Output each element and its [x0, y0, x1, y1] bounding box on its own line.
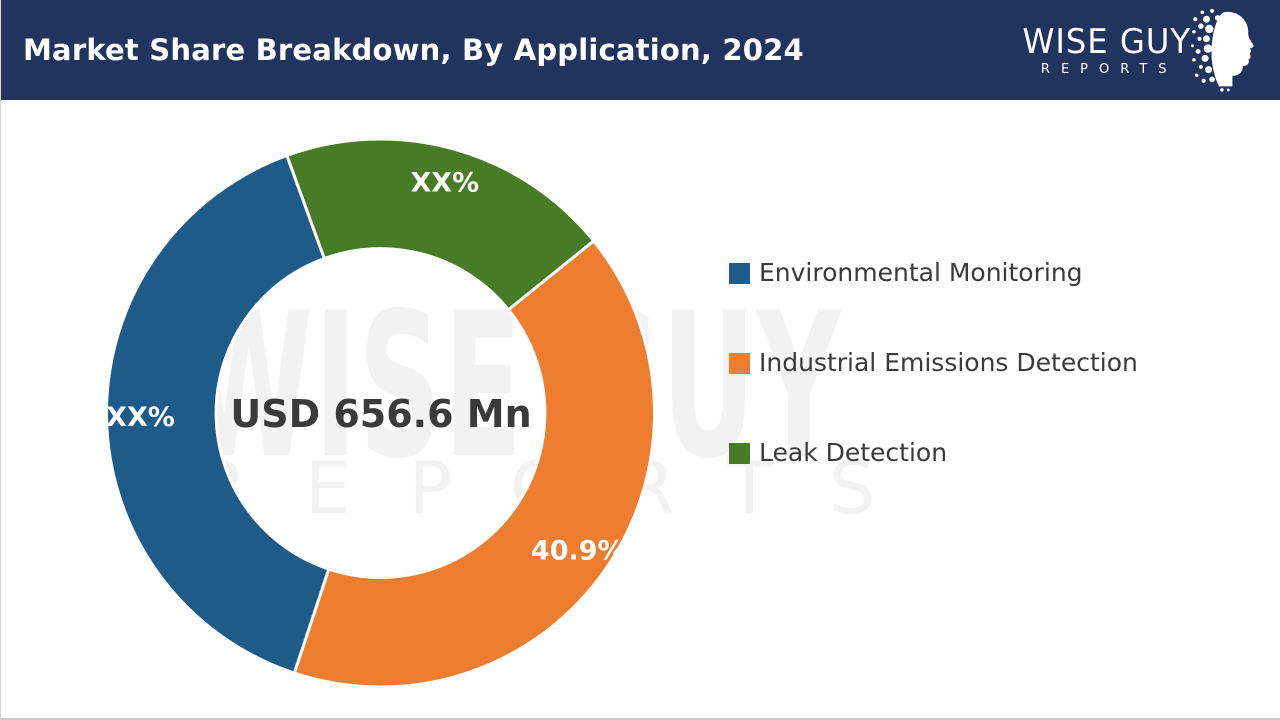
legend-swatch — [729, 442, 750, 464]
segment-value-label: XX% — [410, 168, 479, 199]
legend-swatch — [729, 262, 750, 284]
chart-center-value: USD 656.6 Mn — [230, 392, 532, 436]
header-bar: Market Share Breakdown, By Application, … — [1, 0, 1280, 100]
legend-label: Environmental Monitoring — [759, 258, 1083, 287]
legend-item: Industrial Emissions Detection — [729, 349, 1138, 377]
segment-value-label: XX% — [106, 402, 175, 433]
legend-label: Industrial Emissions Detection — [759, 348, 1138, 377]
page-title: Market Share Breakdown, By Application, … — [23, 33, 804, 67]
legend-swatch — [729, 352, 750, 374]
brand-name: WISE GUY — [1022, 21, 1192, 62]
legend-item: Leak Detection — [729, 439, 947, 467]
legend-item: Environmental Monitoring — [729, 259, 1083, 287]
brand-text: WISE GUY REPORTS — [1018, 25, 1196, 76]
wiseguy-head-icon — [1182, 8, 1266, 92]
report-page: Market Share Breakdown, By Application, … — [0, 0, 1280, 720]
brand-subtitle: REPORTS — [1040, 61, 1178, 77]
donut-segment — [292, 238, 656, 689]
brand-logo: WISE GUY REPORTS — [1018, 8, 1266, 92]
segment-value-label: 40.9% — [531, 535, 625, 566]
legend-label: Leak Detection — [759, 438, 948, 467]
